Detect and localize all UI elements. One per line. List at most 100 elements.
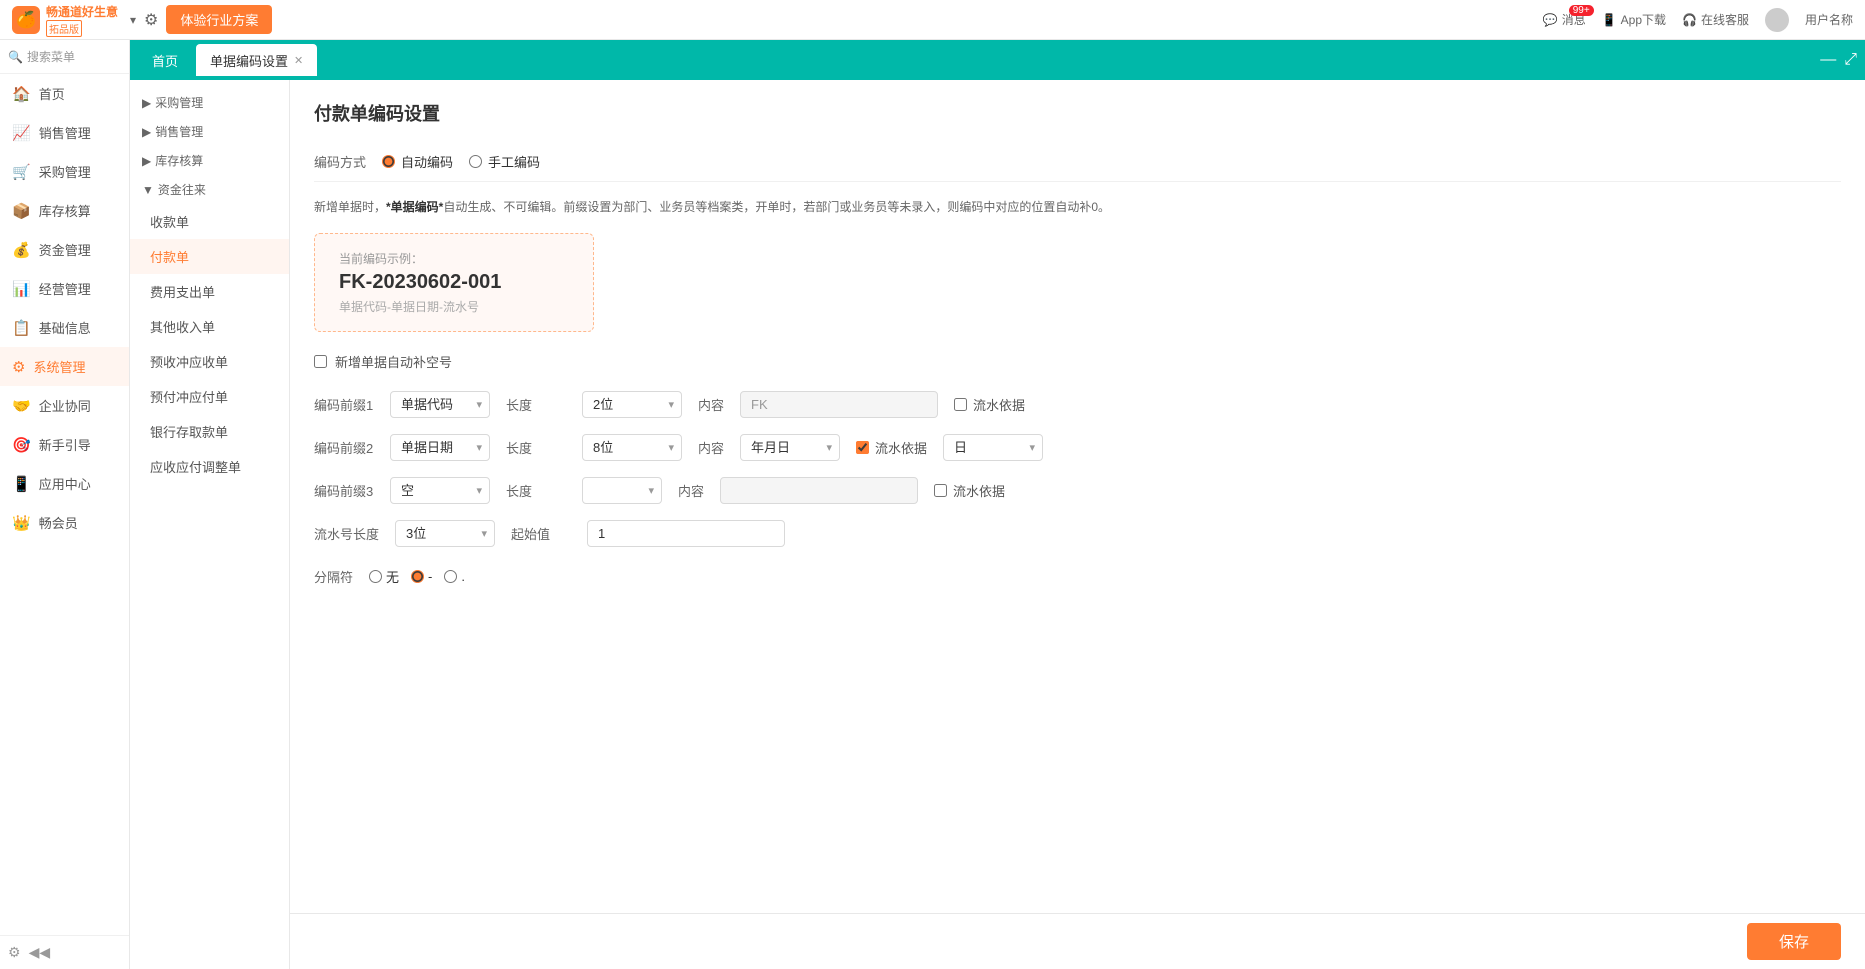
save-button[interactable]: 保存 xyxy=(1747,923,1841,960)
sidebar-item-system[interactable]: ⚙ 系统管理 xyxy=(0,347,129,386)
prefix2-select[interactable]: 单据日期 xyxy=(390,434,490,461)
sidebar-item-purchase[interactable]: 🛒 采购管理 xyxy=(0,152,129,191)
apps-icon: 📱 xyxy=(12,475,31,493)
sub-group-inventory[interactable]: ▶ 库存核算 xyxy=(130,146,289,175)
stream1-checkbox[interactable] xyxy=(954,398,967,411)
length1-label: 长度 xyxy=(506,395,566,414)
prefix2-select-wrapper: 单据日期 xyxy=(390,434,490,461)
prefix-row-1: 编码前缀1 单据代码 长度 2位 内容 xyxy=(314,391,1841,418)
sub-item-receipt[interactable]: 收款单 xyxy=(130,204,289,239)
search-menu[interactable]: 🔍 搜索菜单 xyxy=(0,40,129,74)
sidebar-item-apps[interactable]: 📱 应用中心 xyxy=(0,464,129,503)
auto-fill-checkbox[interactable] xyxy=(314,355,327,368)
content3-label: 内容 xyxy=(678,481,704,500)
header-dropdown[interactable]: ▾ xyxy=(126,13,136,27)
sidebar-item-sales[interactable]: 📈 销售管理 xyxy=(0,113,129,152)
user-name: 用户名称 xyxy=(1805,11,1853,28)
stream2-checkbox[interactable] xyxy=(856,441,869,454)
sub-item-advance-receivable[interactable]: 预收冲应收单 xyxy=(130,344,289,379)
sep-none-radio[interactable]: 无 xyxy=(369,567,399,586)
stream2-unit-select[interactable]: 日 xyxy=(943,434,1043,461)
auto-fill-checkbox-row[interactable]: 新增单据自动补空号 xyxy=(314,352,1841,371)
sub-item-other-income[interactable]: 其他收入单 xyxy=(130,309,289,344)
chevron-right-icon: ▶ xyxy=(142,96,151,110)
sidebar-item-finance[interactable]: 💰 资金管理 xyxy=(0,230,129,269)
stream2-checkbox-row[interactable]: 流水依据 xyxy=(856,438,927,457)
main-layout: 🔍 搜索菜单 🏠 首页 📈 销售管理 🛒 采购管理 📦 库存核算 💰 资金管理 … xyxy=(0,40,1865,969)
close-tab-icon[interactable]: ✕ xyxy=(294,54,303,67)
tab-minimize-icon[interactable]: — xyxy=(1820,51,1836,69)
member-icon: 👑 xyxy=(12,514,31,532)
sub-item-prepay-payable[interactable]: 预付冲应付单 xyxy=(130,379,289,414)
trial-button[interactable]: 体验行业方案 xyxy=(166,5,272,34)
separator-row: 分隔符 无 - . xyxy=(314,567,1841,586)
inventory-icon: 📦 xyxy=(12,202,31,220)
logo-area: 🍊 畅通道好生意 拓品版 xyxy=(12,3,118,37)
system-icon: ⚙ xyxy=(12,358,25,376)
header-right: 💬 消息 99+ 📱 App下载 🎧 在线客服 用户名称 xyxy=(1543,8,1853,32)
settings-icon[interactable]: ⚙ xyxy=(144,10,158,30)
prefix3-select[interactable]: 空 xyxy=(390,477,490,504)
sub-group-finance[interactable]: ▼ 资金往来 xyxy=(130,175,289,204)
tab-expand-icon[interactable]: ⤢ xyxy=(1844,51,1857,69)
length3-select[interactable] xyxy=(582,477,662,504)
start-value-input[interactable] xyxy=(587,520,785,547)
content2-select[interactable]: 年月日 xyxy=(740,434,840,461)
manual-encoding-radio[interactable]: 手工编码 xyxy=(469,152,540,171)
search-icon: 🔍 xyxy=(8,50,23,64)
prefix1-select[interactable]: 单据代码 xyxy=(390,391,490,418)
sidebar-item-operations[interactable]: 📊 经营管理 xyxy=(0,269,129,308)
sub-group-purchase[interactable]: ▶ 采购管理 xyxy=(130,88,289,117)
sidebar-item-guide[interactable]: 🎯 新手引导 xyxy=(0,425,129,464)
header-left: 🍊 畅通道好生意 拓品版 ▾ ⚙ 体验行业方案 xyxy=(12,3,272,37)
length2-select[interactable]: 8位 xyxy=(582,434,682,461)
sub-item-expense[interactable]: 费用支出单 xyxy=(130,274,289,309)
guide-icon: 🎯 xyxy=(12,436,31,454)
sidebar-item-home[interactable]: 🏠 首页 xyxy=(0,74,129,113)
prefix1-select-wrapper: 单据代码 xyxy=(390,391,490,418)
stream3-checkbox[interactable] xyxy=(934,484,947,497)
message-icon[interactable]: 💬 消息 99+ xyxy=(1543,11,1586,28)
main-form-area: 付款单编码设置 编码方式 自动编码 手工编码 xyxy=(290,80,1865,969)
prefix-row-2: 编码前缀2 单据日期 长度 8位 内容 xyxy=(314,434,1841,461)
sidebar-item-basic[interactable]: 📋 基础信息 xyxy=(0,308,129,347)
logo-icon: 🍊 xyxy=(12,6,40,34)
serial-length-select[interactable]: 3位 xyxy=(395,520,495,547)
tab-bar: 首页 单据编码设置 ✕ — ⤢ xyxy=(130,40,1865,80)
stream2-unit-wrapper: 日 xyxy=(943,434,1043,461)
sub-item-bank-deposit[interactable]: 银行存取款单 xyxy=(130,414,289,449)
chevron-right-icon-2: ▶ xyxy=(142,125,151,139)
code-example-desc: 单据代码-单据日期-流水号 xyxy=(339,298,569,315)
prefix3-label: 编码前缀3 xyxy=(314,481,374,500)
stream1-checkbox-row[interactable]: 流水依据 xyxy=(954,395,1025,414)
sub-group-sales[interactable]: ▶ 销售管理 xyxy=(130,117,289,146)
auto-fill-label: 新增单据自动补空号 xyxy=(335,352,452,371)
prefix-row-3: 编码前缀3 空 长度 内容 xyxy=(314,477,1841,504)
sub-item-payment[interactable]: 付款单 xyxy=(130,239,289,274)
top-header: 🍊 畅通道好生意 拓品版 ▾ ⚙ 体验行业方案 💬 消息 99+ 📱 App下载… xyxy=(0,0,1865,40)
sep-dash-radio[interactable]: - xyxy=(411,569,432,584)
app-download[interactable]: 📱 App下载 xyxy=(1602,11,1666,28)
avatar[interactable] xyxy=(1765,8,1789,32)
length3-select-wrapper xyxy=(582,477,662,504)
chevron-right-icon-3: ▶ xyxy=(142,154,151,168)
tab-actions: — ⤢ xyxy=(1820,51,1857,69)
length3-label: 长度 xyxy=(506,481,566,500)
online-service[interactable]: 🎧 在线客服 xyxy=(1682,11,1749,28)
sidebar-collapse-icon[interactable]: ◀◀ xyxy=(29,944,51,961)
sidebar-item-member[interactable]: 👑 畅会员 xyxy=(0,503,129,542)
enterprise-icon: 🤝 xyxy=(12,397,31,415)
length1-select[interactable]: 2位 xyxy=(582,391,682,418)
sub-item-ar-ap-adjust[interactable]: 应收应付调整单 xyxy=(130,449,289,484)
auto-encoding-radio[interactable]: 自动编码 xyxy=(382,152,453,171)
sidebar-settings-icon[interactable]: ⚙ xyxy=(8,944,21,961)
basic-icon: 📋 xyxy=(12,319,31,337)
sep-dot-radio[interactable]: . xyxy=(444,569,465,584)
finance-icon: 💰 xyxy=(12,241,31,259)
sidebar-item-inventory[interactable]: 📦 库存核算 xyxy=(0,191,129,230)
stream3-checkbox-row[interactable]: 流水依据 xyxy=(934,481,1005,500)
sidebar-item-enterprise[interactable]: 🤝 企业协同 xyxy=(0,386,129,425)
content1-label: 内容 xyxy=(698,395,724,414)
tab-home[interactable]: 首页 xyxy=(138,44,192,76)
tab-settings[interactable]: 单据编码设置 ✕ xyxy=(196,44,317,76)
